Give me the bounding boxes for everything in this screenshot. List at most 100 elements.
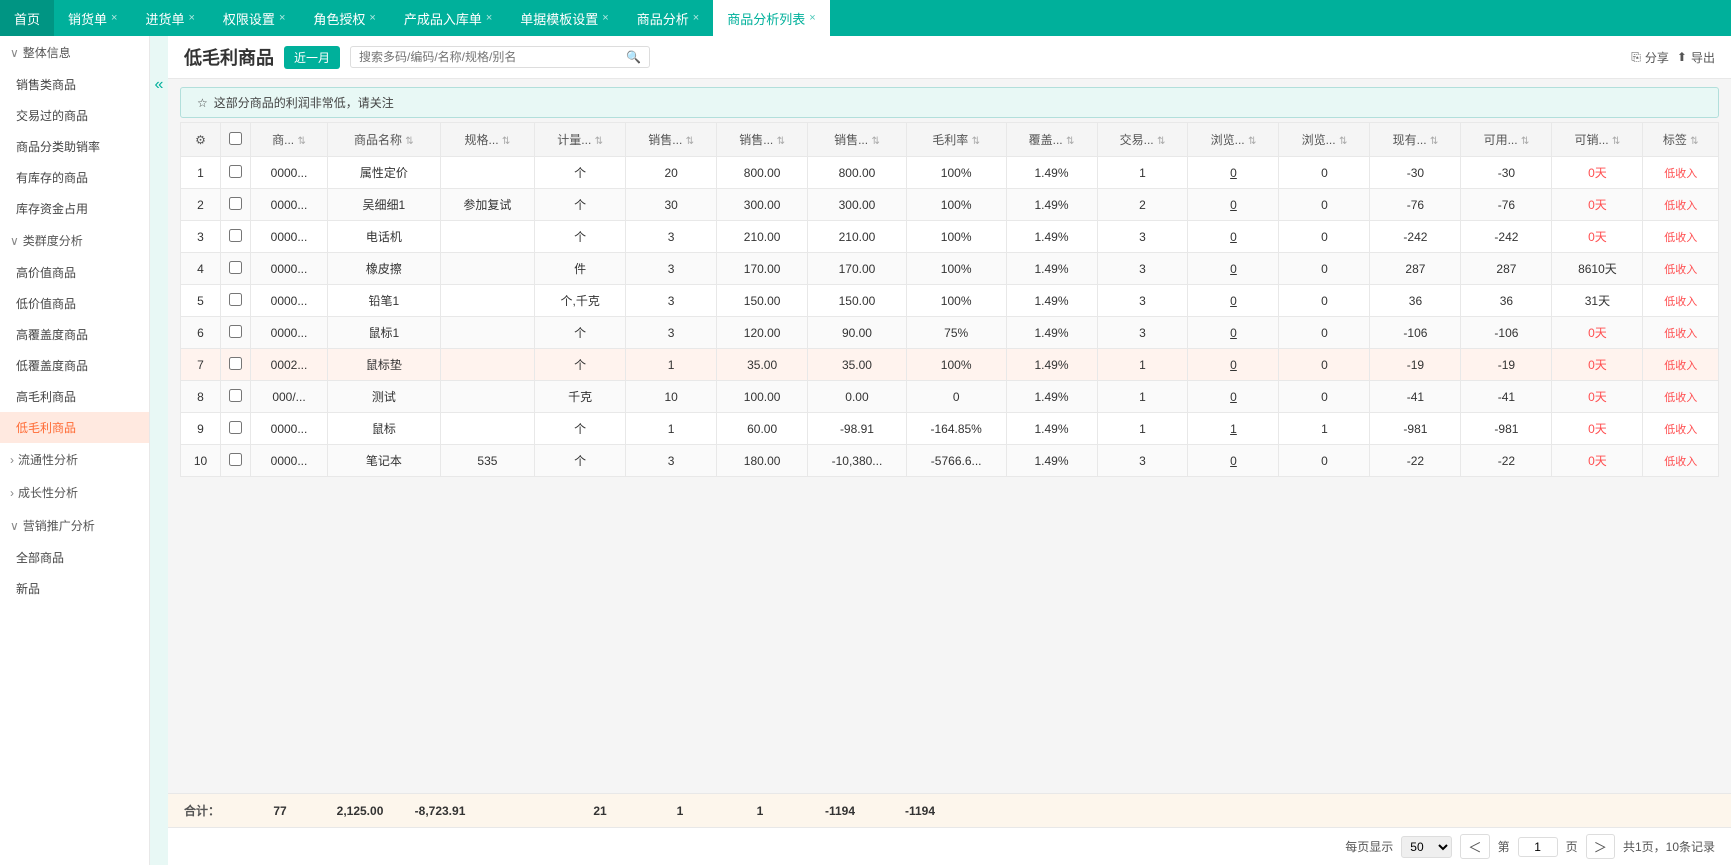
cell-check-8[interactable] [221,381,251,413]
cell-view1-2[interactable]: 0 [1188,189,1279,221]
view1-link-8[interactable]: 0 [1230,390,1237,404]
sidebar-group-cluster[interactable]: ∨ 类群度分析 [0,224,149,257]
cell-check-4[interactable] [221,253,251,285]
row-checkbox-9[interactable] [229,421,242,434]
row-checkbox-1[interactable] [229,165,242,178]
th-tag[interactable]: 标签 ⇅ [1643,123,1719,157]
th-view1[interactable]: 浏览... ⇅ [1188,123,1279,157]
th-spec[interactable]: 规格... ⇅ [440,123,535,157]
cell-check-9[interactable] [221,413,251,445]
nav-sales-order[interactable]: 销货单× [54,0,131,36]
sidebar-item-inventory-goods[interactable]: 有库存的商品 [0,162,149,193]
prev-page-btn[interactable]: ＜ [1460,834,1489,859]
th-name[interactable]: 商品名称 ⇅ [327,123,440,157]
nav-role-auth[interactable]: 角色授权× [299,0,389,36]
cell-check-3[interactable] [221,221,251,253]
cell-view1-9[interactable]: 1 [1188,413,1279,445]
view1-link-3[interactable]: 0 [1230,230,1237,244]
nav-permissions[interactable]: 权限设置× [209,0,299,36]
sidebar-item-high-margin[interactable]: 高毛利商品 [0,381,149,412]
th-saleable[interactable]: 可销... ⇅ [1552,123,1643,157]
sidebar-item-low-value[interactable]: 低价值商品 [0,288,149,319]
cell-check-6[interactable] [221,317,251,349]
row-checkbox-6[interactable] [229,325,242,338]
th-view2[interactable]: 浏览... ⇅ [1279,123,1370,157]
sidebar-item-low-margin[interactable]: 低毛利商品 [0,412,149,443]
nav-product-analysis-list[interactable]: 商品分析列表× [713,0,829,36]
sidebar-group-marketing[interactable]: ∨ 营销推广分析 [0,509,149,542]
th-available[interactable]: 可用... ⇅ [1461,123,1552,157]
sidebar-item-sales-goods[interactable]: 销售类商品 [0,69,149,100]
th-gross-margin[interactable]: 毛利率 ⇅ [906,123,1006,157]
view1-link-10[interactable]: 0 [1230,454,1237,468]
close-icon[interactable]: × [693,12,699,24]
close-icon[interactable]: × [602,12,608,24]
row-checkbox-5[interactable] [229,293,242,306]
cell-view1-7[interactable]: 0 [1188,349,1279,381]
th-unit[interactable]: 计量... ⇅ [535,123,626,157]
nav-product-analysis[interactable]: 商品分析× [623,0,713,36]
sidebar-item-all-goods[interactable]: 全部商品 [0,542,149,573]
nav-purchase-order[interactable]: 进货单× [131,0,208,36]
sidebar-group-circulation[interactable]: › 流通性分析 [0,443,149,476]
view1-link-9[interactable]: 1 [1230,422,1237,436]
cell-check-1[interactable] [221,157,251,189]
th-sales-qty[interactable]: 销售... ⇅ [626,123,717,157]
view1-link-4[interactable]: 0 [1230,262,1237,276]
search-input[interactable] [359,50,622,64]
view1-link-7[interactable]: 0 [1230,358,1237,372]
select-all-checkbox[interactable] [229,132,242,145]
th-coverage[interactable]: 覆盖... ⇅ [1006,123,1097,157]
sidebar-item-traded-goods[interactable]: 交易过的商品 [0,100,149,131]
row-checkbox-8[interactable] [229,389,242,402]
close-icon[interactable]: × [279,12,285,24]
close-icon[interactable]: × [369,12,375,24]
sidebar-item-low-coverage[interactable]: 低覆盖度商品 [0,350,149,381]
th-settings[interactable]: ⚙ [181,123,221,157]
cell-view1-8[interactable]: 0 [1188,381,1279,413]
th-checkbox[interactable] [221,123,251,157]
row-checkbox-10[interactable] [229,453,242,466]
row-checkbox-2[interactable] [229,197,242,210]
close-icon[interactable]: × [188,12,194,24]
row-checkbox-4[interactable] [229,261,242,274]
search-icon[interactable]: 🔍 [626,50,641,64]
cell-check-10[interactable] [221,445,251,477]
sidebar-item-inventory-capital[interactable]: 库存资金占用 [0,193,149,224]
cell-view1-6[interactable]: 0 [1188,317,1279,349]
cell-view1-1[interactable]: 0 [1188,157,1279,189]
cell-check-7[interactable] [221,349,251,381]
next-page-btn[interactable]: ＞ [1586,834,1615,859]
sidebar-item-high-value[interactable]: 高价值商品 [0,257,149,288]
nav-product-entry[interactable]: 产成品入库单× [390,0,506,36]
th-code[interactable]: 商... ⇅ [251,123,328,157]
sidebar-group-overall[interactable]: ∨ 整体信息 [0,36,149,69]
sidebar-collapse-btn[interactable]: « [150,36,168,865]
sidebar-group-growth[interactable]: › 成长性分析 [0,476,149,509]
per-page-select[interactable]: 50 100 200 [1401,836,1452,858]
view1-link-1[interactable]: 0 [1230,166,1237,180]
row-checkbox-3[interactable] [229,229,242,242]
th-current[interactable]: 现有... ⇅ [1370,123,1461,157]
th-trade[interactable]: 交易... ⇅ [1097,123,1188,157]
close-icon[interactable]: × [111,12,117,24]
export-button[interactable]: ⬆ 导出 [1677,49,1715,66]
cell-view1-5[interactable]: 0 [1188,285,1279,317]
nav-home[interactable]: 首页 [0,0,54,36]
sidebar-item-high-coverage[interactable]: 高覆盖度商品 [0,319,149,350]
sidebar-item-new-goods[interactable]: 新品 [0,573,149,604]
page-number-input[interactable] [1518,837,1558,857]
cell-view1-10[interactable]: 0 [1188,445,1279,477]
close-icon[interactable]: × [809,12,815,24]
row-checkbox-7[interactable] [229,357,242,370]
cell-view1-3[interactable]: 0 [1188,221,1279,253]
search-box[interactable]: 🔍 [350,46,650,68]
share-button[interactable]: ⎘ 分享 [1631,49,1669,66]
sidebar-item-category-rate[interactable]: 商品分类助销率 [0,131,149,162]
view1-link-2[interactable]: 0 [1230,198,1237,212]
cell-check-2[interactable] [221,189,251,221]
close-icon[interactable]: × [486,12,492,24]
nav-template-settings[interactable]: 单据模板设置× [506,0,622,36]
filter-recent-month-btn[interactable]: 近一月 [284,46,340,69]
view1-link-5[interactable]: 0 [1230,294,1237,308]
